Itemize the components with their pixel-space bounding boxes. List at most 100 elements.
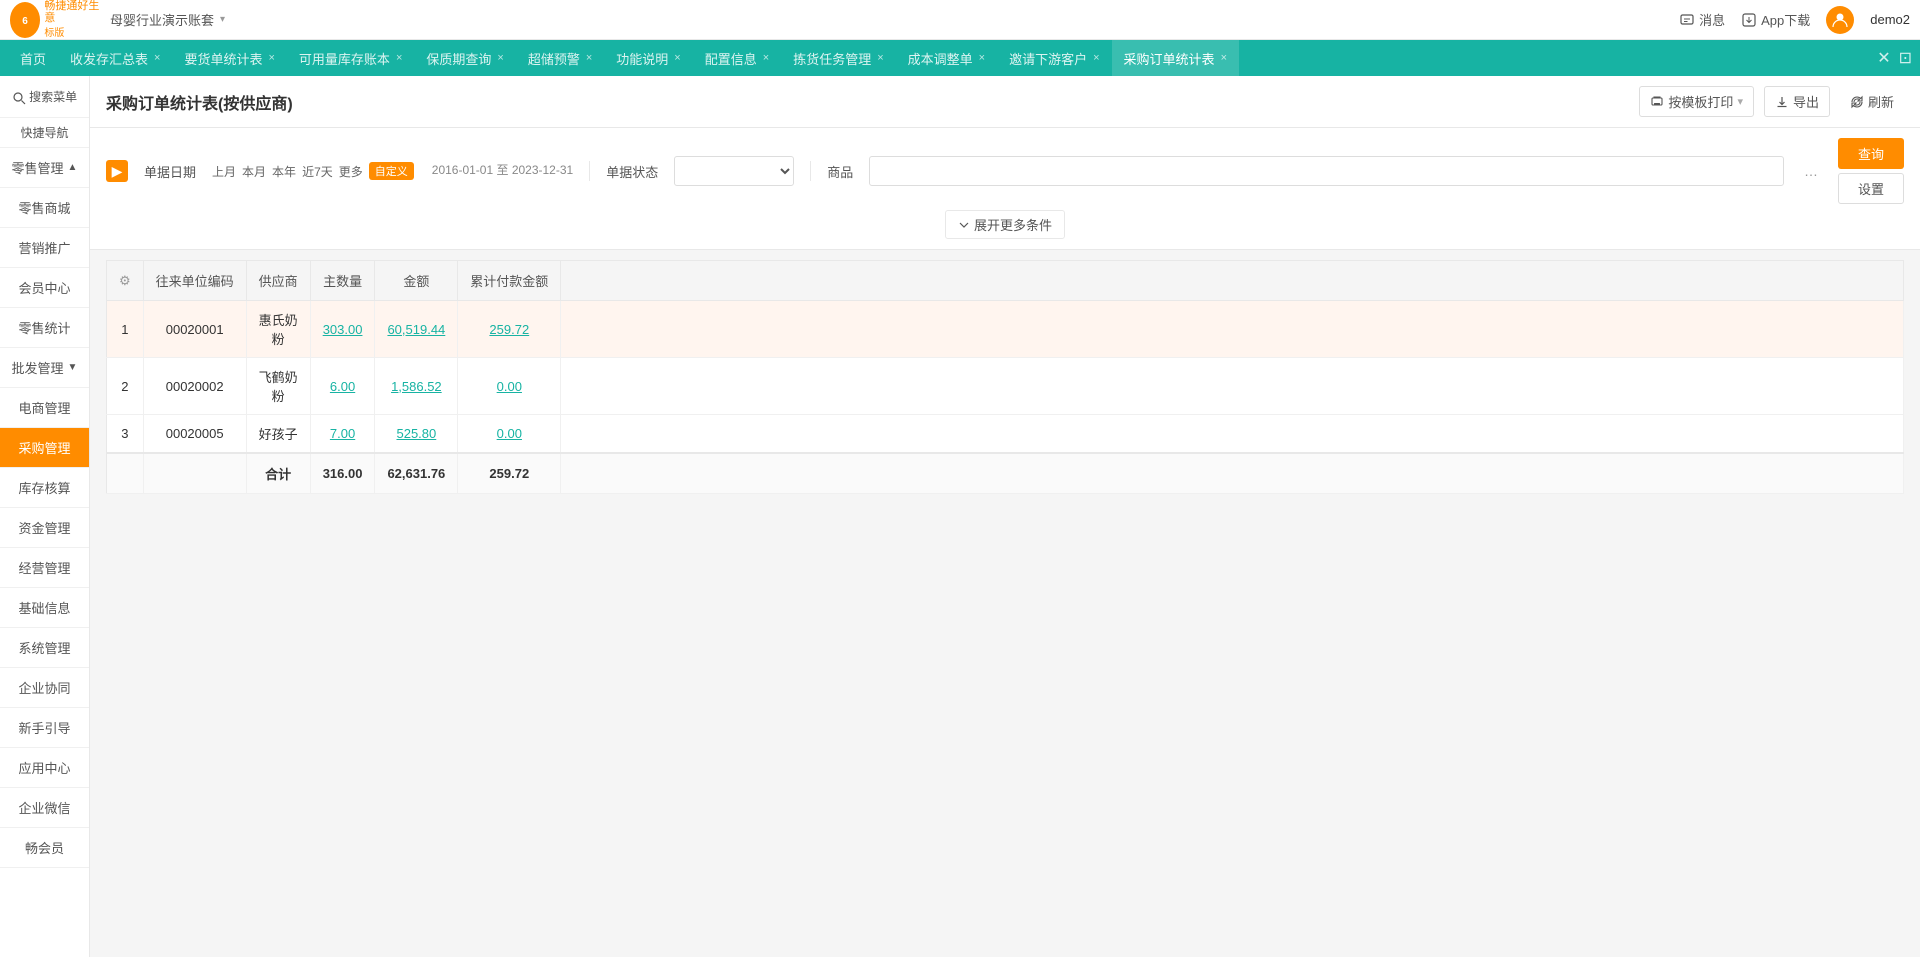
sidebar-item-newbie-guide[interactable]: 新手引导 xyxy=(0,708,89,748)
search-menu-button[interactable]: 搜索菜单 xyxy=(6,84,83,109)
sidebar-item-marketing[interactable]: 营销推广 xyxy=(0,228,89,268)
close-tab-3[interactable]: × xyxy=(396,52,402,64)
filter-toggle-button[interactable]: ▶ xyxy=(106,160,128,182)
sidebar-item-member[interactable]: 畅会员 xyxy=(0,828,89,868)
nav-tabs-controls: ✕ ⊡ xyxy=(1877,48,1912,68)
row-paid: 0.00 xyxy=(458,358,561,415)
nav-tab-7[interactable]: 配置信息 × xyxy=(693,40,781,76)
row-qty: 7.00 xyxy=(310,415,375,454)
query-button[interactable]: 查询 xyxy=(1838,138,1904,169)
table-container: ⚙ 往来单位编码 供应商 主数量 金额 累计付款金额 1 xyxy=(90,250,1920,957)
qty-link[interactable]: 6.00 xyxy=(330,379,355,394)
qty-link[interactable]: 303.00 xyxy=(323,322,363,337)
paid-link[interactable]: 0.00 xyxy=(497,379,522,394)
shortcut-7-days[interactable]: 近7天 xyxy=(302,163,333,180)
search-menu-label: 搜索菜单 xyxy=(29,90,77,104)
sidebar-item-retail-store[interactable]: 零售商城 xyxy=(0,188,89,228)
quick-nav-button[interactable]: 快捷导航 xyxy=(0,118,89,148)
paid-link[interactable]: 259.72 xyxy=(489,322,529,337)
user-name[interactable]: demo2 xyxy=(1870,12,1910,27)
message-button[interactable]: 消息 xyxy=(1679,10,1725,29)
template-print-button[interactable]: 按模板打印 ▾ xyxy=(1639,86,1754,117)
sidebar-item-purchase-mgmt[interactable]: 采购管理 xyxy=(0,428,89,468)
sidebar-item-label: 库存核算 xyxy=(18,478,70,497)
page-header: 采购订单统计表(按供应商) 按模板打印 ▾ 导出 刷新 xyxy=(90,76,1920,128)
row-extra xyxy=(561,415,1904,454)
nav-tab-4[interactable]: 保质期查询 × xyxy=(414,40,515,76)
amount-link[interactable]: 60,519.44 xyxy=(387,322,445,337)
close-tab-5[interactable]: × xyxy=(586,52,592,64)
date-filter-label: 单据日期 xyxy=(144,162,196,181)
nav-tab-home[interactable]: 首页 xyxy=(8,40,58,76)
table-col-settings: ⚙ xyxy=(107,261,144,301)
close-all-tabs[interactable]: ✕ xyxy=(1877,48,1890,68)
logo-subtext: 标版 xyxy=(44,24,100,39)
shortcut-last-month[interactable]: 上月 xyxy=(212,163,236,180)
sidebar-item-basic-info[interactable]: 基础信息 xyxy=(0,588,89,628)
row-no: 3 xyxy=(107,415,144,454)
row-supplier: 好孩子 xyxy=(246,415,310,454)
close-tab-7[interactable]: × xyxy=(763,52,769,64)
nav-tab-8[interactable]: 拣货任务管理 × xyxy=(781,40,895,76)
chevron-up-icon: ▲ xyxy=(68,162,78,173)
nav-tab-9[interactable]: 成本调整单 × xyxy=(896,40,997,76)
date-range-display: 2016-01-01 至 2023-12-31 xyxy=(432,163,573,179)
row-amount: 1,586.52 xyxy=(375,358,458,415)
app-download-button[interactable]: App下载 xyxy=(1741,10,1810,29)
custom-date-badge[interactable]: 自定义 xyxy=(369,162,414,180)
export-button[interactable]: 导出 xyxy=(1764,86,1830,117)
status-select[interactable]: 全部 待审核 已审核 xyxy=(674,156,794,186)
nav-tab-2[interactable]: 要货单统计表 × xyxy=(172,40,286,76)
sidebar-item-app-center[interactable]: 应用中心 xyxy=(0,748,89,788)
sidebar-item-retail-stats[interactable]: 零售统计 xyxy=(0,308,89,348)
close-tab-10[interactable]: × xyxy=(1093,52,1099,64)
nav-tab-1[interactable]: 收发存汇总表 × xyxy=(58,40,172,76)
sidebar-item-enterprise-collab[interactable]: 企业协同 xyxy=(0,668,89,708)
sidebar-item-system[interactable]: 系统管理 xyxy=(0,628,89,668)
sidebar-item-operations[interactable]: 经营管理 xyxy=(0,548,89,588)
sidebar-item-retail-mgmt[interactable]: 零售管理 ▲ xyxy=(0,148,89,188)
workspace-selector[interactable]: 母婴行业演示账套 ▾ xyxy=(110,10,225,29)
paid-link[interactable]: 0.00 xyxy=(497,426,522,441)
shortcut-more[interactable]: 更多 xyxy=(339,163,363,180)
nav-tab-6[interactable]: 功能说明 × xyxy=(604,40,692,76)
row-paid: 259.72 xyxy=(458,301,561,358)
row-extra xyxy=(561,301,1904,358)
refresh-label: 刷新 xyxy=(1868,92,1894,111)
close-tab-6[interactable]: × xyxy=(674,52,680,64)
close-tab-8[interactable]: × xyxy=(877,52,883,64)
goods-input[interactable] xyxy=(869,156,1784,186)
nav-tab-10[interactable]: 邀请下游客户 × xyxy=(997,40,1111,76)
close-tab-1[interactable]: × xyxy=(154,52,160,64)
template-arrow-icon: ▾ xyxy=(1737,95,1743,108)
refresh-button[interactable]: 刷新 xyxy=(1840,87,1904,116)
qty-link[interactable]: 7.00 xyxy=(330,426,355,441)
sidebar-item-finance[interactable]: 资金管理 xyxy=(0,508,89,548)
shortcut-this-year[interactable]: 本年 xyxy=(272,163,296,180)
amount-link[interactable]: 1,586.52 xyxy=(391,379,442,394)
goods-more-icon[interactable]: … xyxy=(1800,163,1822,179)
sidebar-item-label: 营销推广 xyxy=(18,238,70,257)
chevron-down-icon: ▼ xyxy=(68,362,78,373)
close-tab-2[interactable]: × xyxy=(268,52,274,64)
amount-link[interactable]: 525.80 xyxy=(396,426,436,441)
settings-button[interactable]: 设置 xyxy=(1838,173,1904,204)
gear-icon[interactable]: ⚙ xyxy=(119,273,131,288)
sidebar-item-inventory[interactable]: 库存核算 xyxy=(0,468,89,508)
close-tab-4[interactable]: × xyxy=(497,52,503,64)
sidebar-item-label: 电商管理 xyxy=(18,398,70,417)
filter-divider xyxy=(589,161,590,181)
sidebar-item-ecommerce[interactable]: 电商管理 xyxy=(0,388,89,428)
expand-more-button[interactable]: 展开更多条件 xyxy=(945,210,1065,239)
sidebar-item-wholesale-mgmt[interactable]: 批发管理 ▼ xyxy=(0,348,89,388)
expand-tabs[interactable]: ⊡ xyxy=(1899,48,1912,68)
nav-tab-11[interactable]: 采购订单统计表 × xyxy=(1112,40,1239,76)
sidebar-item-member-center[interactable]: 会员中心 xyxy=(0,268,89,308)
shortcut-this-month[interactable]: 本月 xyxy=(242,163,266,180)
nav-tab-3[interactable]: 可用量库存账本 × xyxy=(287,40,414,76)
top-bar: 6 畅捷通好生意 标版 母婴行业演示账套 ▾ 消息 App下载 xyxy=(0,0,1920,40)
close-tab-11[interactable]: × xyxy=(1221,52,1227,64)
sidebar-item-wechat-work[interactable]: 企业微信 xyxy=(0,788,89,828)
close-tab-9[interactable]: × xyxy=(979,52,985,64)
nav-tab-5[interactable]: 超储预警 × xyxy=(516,40,604,76)
